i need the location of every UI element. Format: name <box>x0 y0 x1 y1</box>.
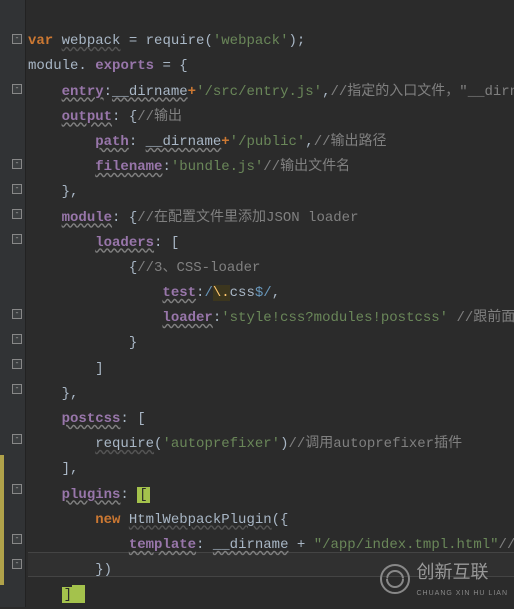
watermark-subtext: CHUANG XIN HU LIAN <box>416 588 508 601</box>
code-comment: //输出 <box>137 109 182 125</box>
code-token: loaders <box>95 235 154 251</box>
fold-icon[interactable]: - <box>12 359 22 369</box>
code-token: / <box>263 285 271 301</box>
fold-icon[interactable]: - <box>12 159 22 169</box>
code-token: plugins <box>62 487 121 503</box>
code-token: : <box>120 487 137 503</box>
code-token: : <box>104 84 112 100</box>
fold-icon[interactable]: - <box>12 34 22 44</box>
change-marker <box>0 455 4 585</box>
code-token: + <box>288 537 313 553</box>
code-token: require <box>95 436 154 452</box>
code-token: + <box>221 134 229 150</box>
code-token: + <box>188 84 196 100</box>
code-token: __dirname <box>213 537 289 553</box>
code-token: filename <box>95 159 162 175</box>
code-token: ] <box>95 361 103 377</box>
code-token: ); <box>288 33 305 49</box>
caret <box>72 585 85 603</box>
code-token: '/src/entry.js' <box>196 84 322 100</box>
code-token: : <box>129 134 146 150</box>
code-comment: //new <box>499 537 514 553</box>
code-token: output <box>62 109 112 125</box>
fold-icon[interactable]: - <box>12 84 22 94</box>
code-token: exports <box>95 58 154 74</box>
fold-icon[interactable]: - <box>12 484 22 494</box>
code-token: new <box>95 512 129 528</box>
code-token: : <box>196 537 213 553</box>
bracket-highlight: [ <box>137 487 149 503</box>
code-comment: //在配置文件里添加JSON loader <box>137 210 358 226</box>
code-token: __dirname <box>146 134 222 150</box>
watermark-text: 创新互联 <box>416 556 508 588</box>
code-token: / <box>204 285 212 301</box>
code-token: = { <box>154 58 188 74</box>
code-token: { <box>129 260 137 276</box>
code-token: ], <box>62 461 79 477</box>
code-token: , <box>305 134 313 150</box>
code-token: : [ <box>120 411 145 427</box>
code-token: 'autoprefixer' <box>162 436 280 452</box>
code-comment: //跟前面相比 <box>457 310 514 326</box>
code-token: }, <box>62 184 79 200</box>
code-token: webpack <box>62 33 121 49</box>
code-token: \. <box>213 285 230 301</box>
code-token: ({ <box>272 512 289 528</box>
fold-icon[interactable]: - <box>12 334 22 344</box>
code-token: , <box>322 84 330 100</box>
code-comment: //3、CSS-loader <box>137 260 260 276</box>
watermark-logo-icon <box>380 564 410 594</box>
code-comment: //输出路径 <box>314 134 387 150</box>
code-token: }) <box>95 562 112 578</box>
code-token: "/app/index.tmpl.html" <box>314 537 499 553</box>
code-token: loader <box>162 310 212 326</box>
code-token: template <box>129 537 196 553</box>
code-token: : { <box>112 210 137 226</box>
code-token: entry <box>62 84 104 100</box>
code-token: postcss <box>62 411 121 427</box>
code-token: }, <box>62 386 79 402</box>
code-token: . <box>78 58 95 74</box>
code-token: } <box>129 335 137 351</box>
code-token: var <box>28 33 62 49</box>
fold-icon[interactable]: - <box>12 209 22 219</box>
code-token: 'bundle.js' <box>171 159 263 175</box>
code-token: '/public' <box>230 134 306 150</box>
code-token: css <box>230 285 255 301</box>
fold-icon[interactable]: - <box>12 234 22 244</box>
code-token: module <box>62 210 112 226</box>
code-area[interactable]: var webpack = require('webpack'); module… <box>28 0 514 609</box>
code-comment: //指定的入口文件，"__dirna <box>331 84 514 100</box>
code-token: path <box>95 134 129 150</box>
fold-icon[interactable]: - <box>12 384 22 394</box>
code-comment: //调用autoprefixer插件 <box>288 436 462 452</box>
code-token: : [ <box>154 235 179 251</box>
code-token: test <box>162 285 196 301</box>
fold-icon[interactable]: - <box>12 534 22 544</box>
code-comment: //输出文件名 <box>263 159 350 175</box>
watermark: 创新互联 CHUANG XIN HU LIAN <box>380 556 508 601</box>
fold-icon[interactable]: - <box>12 184 22 194</box>
code-token: 'style!css?modules!postcss' <box>221 310 448 326</box>
code-token: : { <box>112 109 137 125</box>
code-token: 'webpack' <box>213 33 289 49</box>
code-token: , <box>272 285 280 301</box>
code-token: module <box>28 58 78 74</box>
code-token: HtmlWebpackPlugin <box>129 512 272 528</box>
code-token: ( <box>204 33 212 49</box>
fold-icon[interactable]: - <box>12 434 22 444</box>
fold-icon[interactable]: - <box>12 559 22 569</box>
fold-icon[interactable]: - <box>12 309 22 319</box>
code-token: __dirname <box>112 84 188 100</box>
code-token: : <box>162 159 170 175</box>
code-token: = <box>120 33 145 49</box>
code-token: : <box>213 310 221 326</box>
code-token: require <box>146 33 205 49</box>
